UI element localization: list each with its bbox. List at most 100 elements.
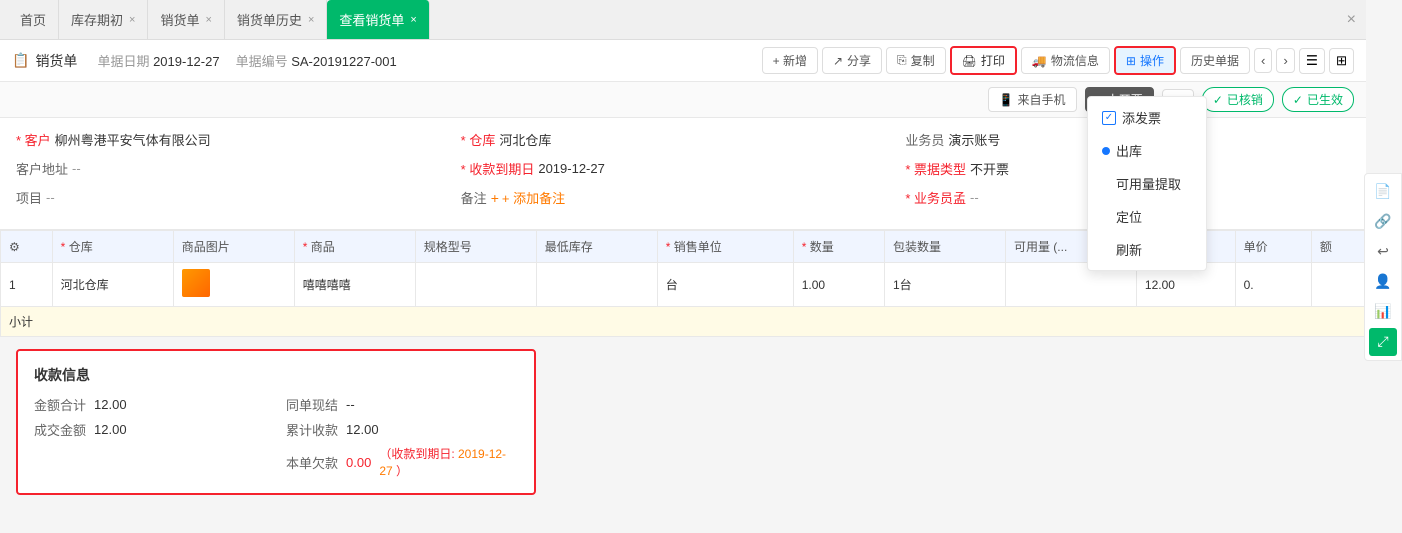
remark-field: 备注 + + 添加备注 [461, 188, 906, 207]
doc-date-label: 单据日期 [97, 54, 149, 69]
address-value: -- [72, 161, 192, 176]
th-product: * 商品 [294, 231, 415, 263]
from-phone-button[interactable]: 📱 来自手机 [988, 87, 1077, 112]
th-gear[interactable]: ⚙ [1, 231, 53, 263]
row-unit: 台 [657, 263, 793, 307]
available-qty-label: 可用量提取 [1116, 174, 1181, 193]
row-warehouse: 河北仓库 [52, 263, 173, 307]
total-amount-value: 12.00 [94, 397, 127, 412]
sold-button[interactable]: ✓ 已核销 [1202, 87, 1274, 112]
logistics-button[interactable]: 🚚 物流信息 [1021, 47, 1110, 74]
summary-same-settle: 同单现结 -- [286, 395, 518, 414]
subtotal-label: 小计 [1, 307, 1366, 337]
right-chart-icon[interactable]: 📊 [1369, 298, 1397, 326]
due-date-field: * 收款到期日 2019-12-27 [461, 159, 906, 178]
effective-button[interactable]: ✓ 已生效 [1282, 87, 1354, 112]
tab-inventory[interactable]: 库存期初 × [59, 0, 148, 39]
doc-icon: 📋 [12, 52, 29, 69]
outstanding-value: 0.00 [346, 455, 371, 470]
due-date-label: * 收款到期日 [461, 159, 535, 178]
total-received-label: 累计收款 [286, 420, 338, 439]
ticket-type-label: * 票据类型 [905, 159, 966, 178]
doc-number-group: 单据编号 SA-20191227-001 [236, 51, 397, 70]
customer-label: * 客户 [16, 130, 51, 149]
deal-amount-label: 成交金额 [34, 420, 86, 439]
tab-view-sales[interactable]: 查看销货单 × [327, 0, 429, 39]
grid2-button[interactable]: ⊞ [1329, 48, 1354, 74]
th-unit: * 销售单位 [657, 231, 793, 263]
dropdown-outbound[interactable]: 出库 [1088, 134, 1206, 167]
tab-home[interactable]: 首页 [8, 0, 59, 39]
project-field: 项目 -- [16, 188, 461, 207]
staff2-value: -- [970, 190, 1090, 205]
next-button[interactable]: › [1276, 48, 1294, 73]
product-thumbnail [182, 269, 210, 297]
row-pack-qty: 1台 [884, 263, 1005, 307]
address-field: 客户地址 -- [16, 159, 461, 178]
total-amount-label: 金额合计 [34, 395, 86, 414]
window-close[interactable]: × [1347, 11, 1356, 29]
locate-label: 定位 [1116, 207, 1142, 226]
grid1-button[interactable]: ☰ [1299, 48, 1325, 74]
same-settle-label: 同单现结 [286, 395, 338, 414]
warehouse-label: * 仓库 [461, 130, 496, 149]
doc-name: 销货单 [35, 51, 77, 71]
row-unit-price: 0. [1235, 263, 1311, 307]
summary-total-received: 累计收款 12.00 [286, 420, 518, 439]
operate-icon: ⊞ [1126, 54, 1136, 68]
right-expand-icon[interactable]: ⤢ [1369, 328, 1397, 356]
outstanding-label: 本单欠款 [286, 453, 338, 472]
due-date-value: 2019-12-27 [538, 161, 658, 176]
th-min-stock: 最低库存 [536, 231, 657, 263]
tab-inventory-close[interactable]: × [129, 14, 135, 26]
operate-button[interactable]: ⊞ 操作 [1114, 46, 1176, 75]
sold-icon: ✓ [1213, 93, 1223, 107]
share-button[interactable]: ↗ 分享 [822, 47, 882, 74]
add-invoice-label: 添发票 [1122, 108, 1161, 127]
truck-icon: 🚚 [1032, 54, 1047, 68]
deal-amount-value: 12.00 [94, 422, 127, 437]
tab-view-sales-close[interactable]: × [410, 14, 416, 26]
locate-icon [1102, 213, 1110, 221]
add-remark-icon: + [491, 190, 499, 206]
copy-button[interactable]: ⎘ 复制 [886, 47, 946, 74]
row-index: 1 [1, 263, 53, 307]
row-quantity: 1.00 [793, 263, 884, 307]
dropdown-available-qty[interactable]: 可用量提取 [1088, 167, 1206, 200]
dropdown-refresh[interactable]: 刷新 [1088, 233, 1206, 266]
outstanding-suffix: （收款到期日: 2019-12-27 ） [379, 445, 518, 479]
right-undo-icon[interactable]: ↩ [1369, 238, 1397, 266]
print-button[interactable]: 🖨 打印 [950, 46, 1017, 75]
row-spec [415, 263, 536, 307]
operate-dropdown: 添发票 出库 可用量提取 定位 刷新 [1087, 96, 1207, 271]
summary-title: 收款信息 [34, 365, 518, 385]
total-received-value: 12.00 [346, 422, 379, 437]
right-link-icon[interactable]: 🔗 [1369, 208, 1397, 236]
print-icon: 🖨 [962, 54, 977, 68]
row-image [173, 263, 294, 307]
customer-field: * 客户 柳州粤港平安气体有限公司 [16, 130, 461, 149]
outbound-icon [1102, 147, 1110, 155]
dropdown-add-invoice[interactable]: 添发票 [1088, 101, 1206, 134]
dropdown-locate[interactable]: 定位 [1088, 200, 1206, 233]
tab-sales-history[interactable]: 销货单历史 × [225, 0, 327, 39]
tab-sales-close[interactable]: × [205, 14, 211, 26]
right-doc-icon[interactable]: 📄 [1369, 178, 1397, 206]
effective-icon: ✓ [1293, 93, 1303, 107]
copy-icon: ⎘ [897, 53, 907, 68]
history-button[interactable]: 历史单据 [1180, 47, 1250, 74]
prev-button[interactable]: ‹ [1254, 48, 1272, 73]
right-user-icon[interactable]: 👤 [1369, 268, 1397, 296]
doc-date-value: 2019-12-27 [153, 54, 220, 69]
tab-bar: 首页 库存期初 × 销货单 × 销货单历史 × 查看销货单 × × [0, 0, 1366, 40]
project-label: 项目 [16, 188, 42, 207]
tab-sales-history-close[interactable]: × [308, 14, 314, 26]
th-warehouse: * 仓库 [52, 231, 173, 263]
add-remark-button[interactable]: + + 添加备注 [491, 188, 565, 207]
row-min-stock [536, 263, 657, 307]
available-qty-icon [1102, 180, 1110, 188]
toolbar-actions: + 新增 ↗ 分享 ⎘ 复制 🖨 打印 🚚 物流信息 ⊞ 操作 历史单据 [762, 46, 1354, 75]
tab-sales[interactable]: 销货单 × [148, 0, 224, 39]
add-button[interactable]: + 新增 [762, 47, 818, 74]
subtotal-row: 小计 [1, 307, 1366, 337]
